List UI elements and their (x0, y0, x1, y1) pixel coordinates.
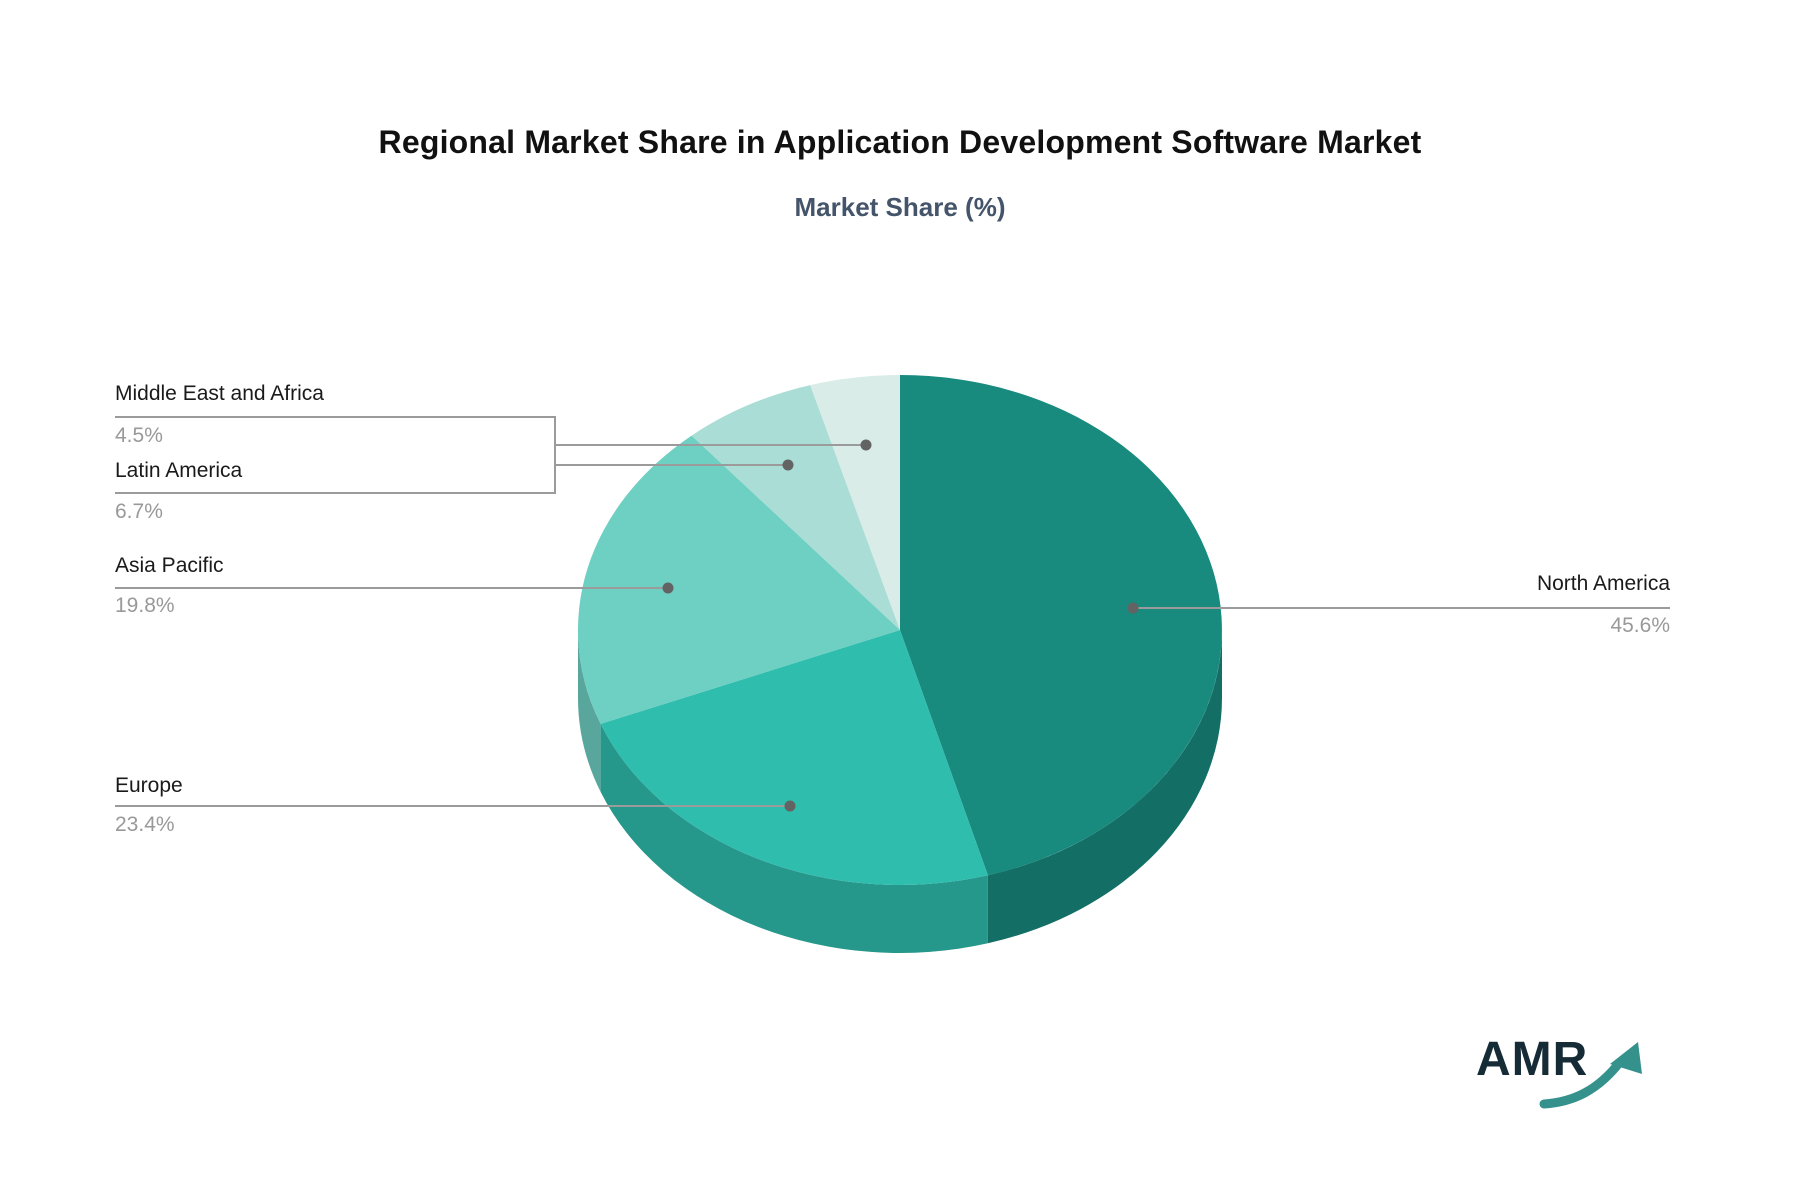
amr-logo-arrow-icon (1539, 1042, 1642, 1109)
label-north-america: North America (1536, 572, 1670, 595)
value-latin-america: 6.7% (115, 500, 163, 523)
value-north-america: 45.6% (1610, 614, 1670, 637)
value-europe: 23.4% (115, 813, 175, 836)
pie-chart (115, 374, 1670, 953)
value-asia-pacific: 19.8% (115, 594, 175, 617)
value-middle-east-and-africa: 4.5% (115, 424, 163, 447)
leader-dot-asia-pacific (662, 582, 674, 594)
amr-logo: AMR (1476, 1036, 1676, 1126)
leader-dot-latin-america (782, 459, 794, 471)
label-latin-america: Latin America (115, 459, 243, 482)
leader-dot-north-america (1127, 602, 1139, 614)
leader-dot-middle-east-and-africa (860, 439, 872, 451)
label-middle-east-and-africa: Middle East and Africa (115, 382, 324, 405)
chart-canvas: Regional Market Share in Application Dev… (0, 0, 1800, 1196)
label-asia-pacific: Asia Pacific (115, 554, 224, 577)
leader-dot-europe (784, 800, 796, 812)
label-europe: Europe (115, 774, 183, 797)
